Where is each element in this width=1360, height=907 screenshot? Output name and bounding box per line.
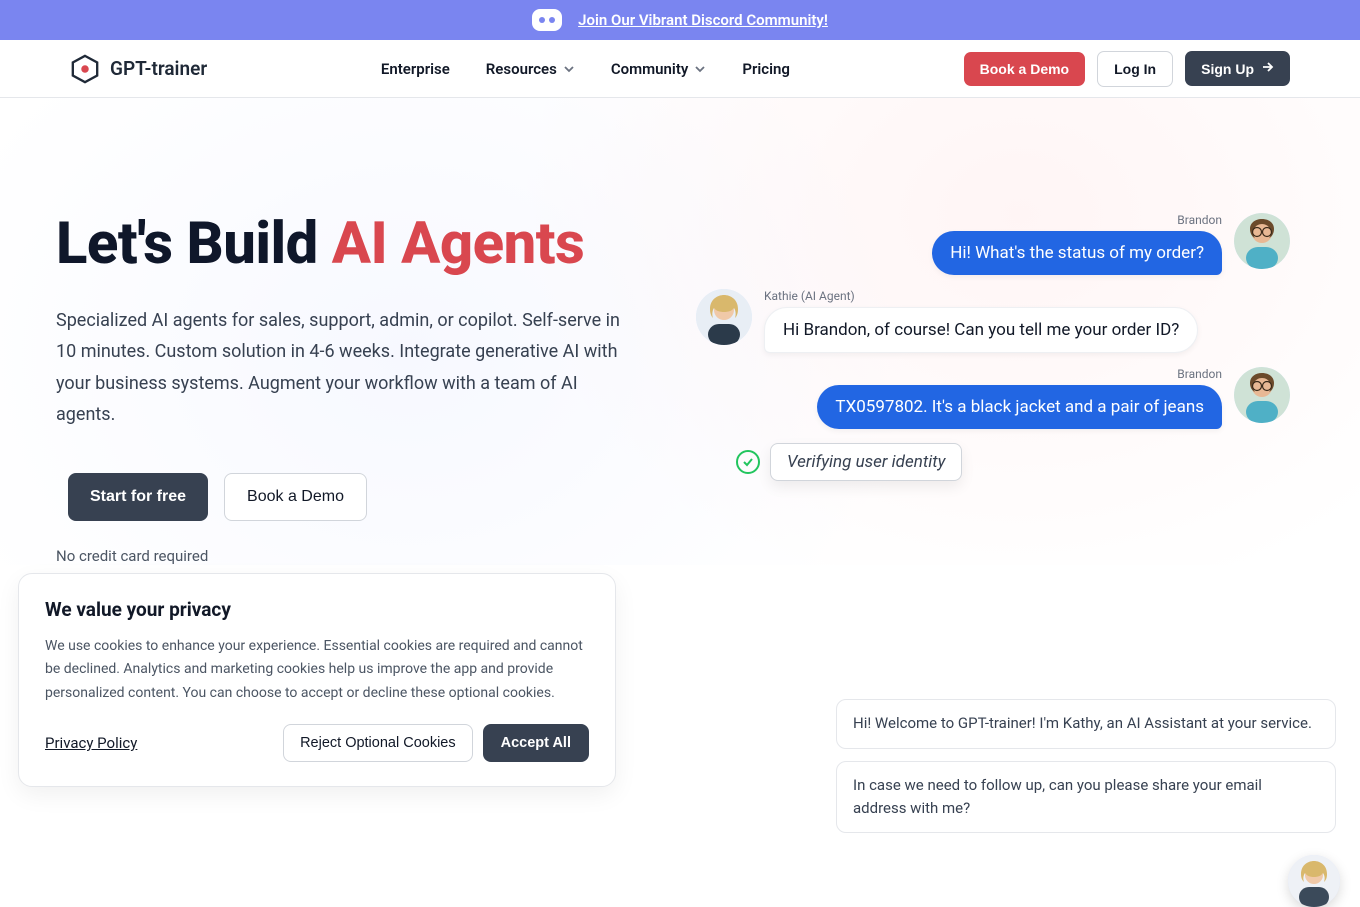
site-header: GPT-trainer Enterprise Resources Communi…	[0, 40, 1360, 98]
hero-book-demo-button[interactable]: Book a Demo	[224, 473, 367, 521]
cookie-banner: We value your privacy We use cookies to …	[18, 573, 616, 787]
chat-row-user-2: Brandon TX0597802. It's a black jacket a…	[696, 367, 1290, 429]
hero-section: Let's Build AI Agents Specialized AI age…	[0, 98, 1360, 565]
brand-name: GPT-trainer	[110, 57, 207, 80]
nav-resources[interactable]: Resources	[486, 60, 575, 78]
chat-row-user-1: Brandon Hi! What's the status of my orde…	[696, 213, 1290, 275]
verify-row: Verifying user identity	[736, 443, 1290, 481]
chat-bubble-agent: Hi Brandon, of course! Can you tell me y…	[764, 307, 1198, 353]
discord-banner: Join Our Vibrant Discord Community!	[0, 0, 1360, 40]
nav-community-label: Community	[611, 60, 689, 78]
cookie-title: We value your privacy	[45, 598, 589, 621]
hero-subtitle: Specialized AI agents for sales, support…	[56, 305, 636, 431]
widget-message: Hi! Welcome to GPT-trainer! I'm Kathy, a…	[836, 699, 1336, 748]
hero-title-prefix: Let's Build	[56, 210, 332, 278]
discord-link[interactable]: Join Our Vibrant Discord Community!	[578, 11, 828, 29]
check-circle-icon	[736, 450, 760, 474]
brand-logo[interactable]: GPT-trainer	[70, 54, 207, 84]
cookie-actions: Reject Optional Cookies Accept All	[283, 724, 589, 762]
user-avatar	[1234, 367, 1290, 423]
logo-icon	[70, 54, 100, 84]
nav-enterprise[interactable]: Enterprise	[381, 60, 450, 78]
chat-bubble-user: Hi! What's the status of my order?	[932, 231, 1222, 275]
nav-pricing[interactable]: Pricing	[742, 60, 790, 78]
nav-resources-label: Resources	[486, 60, 557, 78]
signup-button[interactable]: Sign Up	[1185, 51, 1290, 86]
agent-avatar	[696, 289, 752, 345]
chevron-down-icon	[563, 63, 575, 75]
privacy-policy-link[interactable]: Privacy Policy	[45, 734, 137, 752]
sender-name: Brandon	[1177, 367, 1222, 381]
chat-widget: Hi! Welcome to GPT-trainer! I'm Kathy, a…	[836, 699, 1336, 845]
hero-title: Let's Build AI Agents	[56, 213, 656, 277]
user-avatar	[1234, 213, 1290, 269]
accept-cookies-button[interactable]: Accept All	[483, 724, 589, 762]
discord-icon	[532, 9, 562, 31]
login-button[interactable]: Log In	[1097, 51, 1173, 87]
verify-status: Verifying user identity	[770, 443, 962, 481]
cookie-body: We use cookies to enhance your experienc…	[45, 635, 589, 706]
sender-name: Brandon	[1177, 213, 1222, 227]
hero-actions: Start for free Book a Demo	[56, 473, 656, 521]
hero-chat-illustration: Brandon Hi! What's the status of my orde…	[696, 213, 1290, 565]
sender-name: Kathie (AI Agent)	[764, 289, 855, 303]
chat-launcher-button[interactable]	[1288, 855, 1340, 907]
start-free-button[interactable]: Start for free	[68, 473, 208, 521]
main-nav: Enterprise Resources Community Pricing	[381, 60, 790, 78]
hero-title-accent: AI Agents	[332, 210, 585, 278]
nav-community[interactable]: Community	[611, 60, 707, 78]
signup-label: Sign Up	[1201, 61, 1254, 77]
reject-cookies-button[interactable]: Reject Optional Cookies	[283, 724, 473, 762]
chat-row-agent-1: Kathie (AI Agent) Hi Brandon, of course!…	[696, 289, 1290, 353]
hero-copy: Let's Build AI Agents Specialized AI age…	[56, 213, 656, 565]
no-credit-card-text: No credit card required	[56, 547, 656, 565]
chevron-down-icon	[694, 63, 706, 75]
book-demo-button[interactable]: Book a Demo	[964, 52, 1085, 86]
header-actions: Book a Demo Log In Sign Up	[964, 51, 1290, 87]
widget-message: In case we need to follow up, can you pl…	[836, 761, 1336, 834]
cookie-footer: Privacy Policy Reject Optional Cookies A…	[45, 724, 589, 762]
chat-bubble-user: TX0597802. It's a black jacket and a pai…	[817, 385, 1222, 429]
arrow-right-icon	[1260, 60, 1274, 77]
